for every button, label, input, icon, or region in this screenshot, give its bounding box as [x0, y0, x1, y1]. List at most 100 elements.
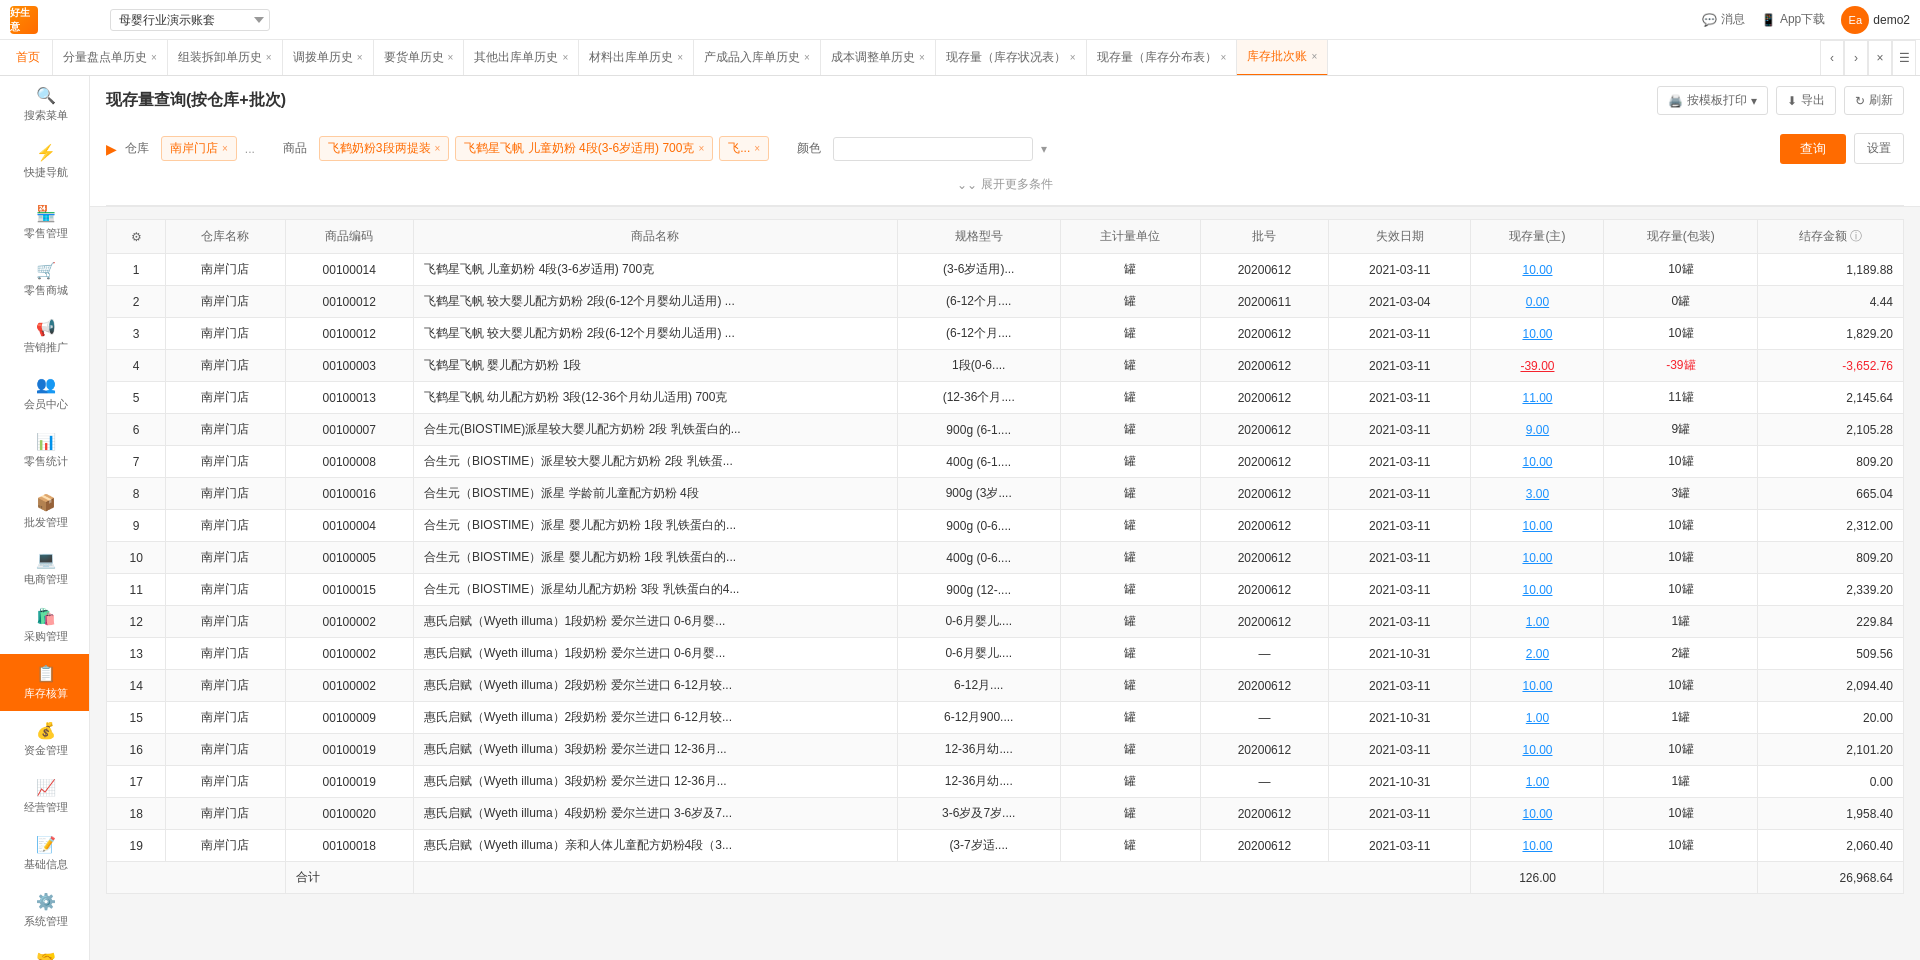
cell-qty-main[interactable]: 10.00: [1471, 670, 1604, 702]
tab-close-icon[interactable]: ×: [151, 52, 157, 63]
cell-amount: 2,094.40: [1758, 670, 1904, 702]
tab-xiancunzhuang[interactable]: 现存量（库存状况表） ×: [936, 40, 1087, 76]
cell-qty-main[interactable]: 10.00: [1471, 734, 1604, 766]
settings-button[interactable]: 设置: [1854, 133, 1904, 164]
sidebar-item-marketing[interactable]: 📢 营销推广: [0, 308, 89, 365]
sidebar-item-system[interactable]: ⚙️ 系统管理: [0, 882, 89, 939]
query-button[interactable]: 查询: [1780, 134, 1846, 164]
col-warehouse[interactable]: 仓库名称: [166, 220, 285, 254]
sidebar-item-inventory[interactable]: 📋 库存核算: [0, 654, 89, 711]
col-batch[interactable]: 批号: [1200, 220, 1329, 254]
tab-zuzhuang[interactable]: 组装拆卸单历史 ×: [168, 40, 283, 76]
tab-xiancunfenbu[interactable]: 现存量（库存分布表） ×: [1087, 40, 1238, 76]
sidebar-item-collab[interactable]: 🤝 企业协同: [0, 939, 89, 960]
cell-expire: 2021-03-11: [1329, 542, 1471, 574]
cell-qty-main[interactable]: 10.00: [1471, 830, 1604, 862]
table-row: 3 南岸门店 00100012 飞鹤星飞帆 较大婴儿配方奶粉 2段(6-12个月…: [107, 318, 1904, 350]
cell-qty-main[interactable]: 1.00: [1471, 702, 1604, 734]
tab-menu-btn[interactable]: ☰: [1892, 40, 1916, 76]
col-qty-main[interactable]: 现存量(主): [1471, 220, 1604, 254]
cell-qty-main[interactable]: 3.00: [1471, 478, 1604, 510]
export-btn[interactable]: ⬇ 导出: [1776, 86, 1836, 115]
tab-home[interactable]: 首页: [4, 40, 53, 76]
cell-name: 惠氏启赋（Wyeth illuma）2段奶粉 爱尔兰进口 6-12月较...: [414, 702, 898, 734]
expand-conditions-btn[interactable]: ⌄⌄ 展开更多条件: [106, 172, 1904, 197]
tab-close-icon[interactable]: ×: [919, 52, 925, 63]
sidebar-item-ecommerce[interactable]: 💻 电商管理: [0, 540, 89, 597]
sidebar-item-retail-store[interactable]: 🛒 零售商城: [0, 251, 89, 308]
cell-qty-main[interactable]: 10.00: [1471, 798, 1604, 830]
sidebar-item-operations[interactable]: 📈 经营管理: [0, 768, 89, 825]
tab-prev-btn[interactable]: ‹: [1820, 40, 1844, 76]
user-profile[interactable]: Ea demo2: [1841, 6, 1910, 34]
cell-qty-main[interactable]: 9.00: [1471, 414, 1604, 446]
cell-amount: 229.84: [1758, 606, 1904, 638]
col-code[interactable]: 商品编码: [285, 220, 414, 254]
cell-qty-main[interactable]: 10.00: [1471, 542, 1604, 574]
cell-qty-pkg: 0罐: [1604, 286, 1758, 318]
cell-qty-main[interactable]: 2.00: [1471, 638, 1604, 670]
col-settings[interactable]: ⚙: [107, 220, 166, 254]
tab-chengbentiao[interactable]: 成本调整单历史 ×: [821, 40, 936, 76]
refresh-btn[interactable]: ↻ 刷新: [1844, 86, 1904, 115]
tab-close-icon[interactable]: ×: [1311, 51, 1317, 62]
cell-qty-main[interactable]: 10.00: [1471, 318, 1604, 350]
sidebar-item-search[interactable]: 🔍 搜索菜单: [0, 76, 89, 133]
tab-diaob[interactable]: 调拨单历史 ×: [283, 40, 374, 76]
tab-close-icon[interactable]: ×: [357, 52, 363, 63]
app-download-btn[interactable]: 📱 App下载: [1761, 11, 1825, 28]
col-name[interactable]: 商品名称: [414, 220, 898, 254]
tab-chengpin[interactable]: 产成品入库单历史 ×: [694, 40, 821, 76]
warehouse-more[interactable]: ...: [245, 142, 255, 156]
tab-close-icon[interactable]: ×: [1221, 52, 1227, 63]
sidebar-item-purchase[interactable]: 🛍️ 采购管理: [0, 597, 89, 654]
col-unit[interactable]: 主计量单位: [1060, 220, 1200, 254]
color-input[interactable]: [833, 137, 1033, 161]
store-selector[interactable]: 母婴行业演示账套: [110, 9, 270, 31]
cell-qty-main[interactable]: 10.00: [1471, 510, 1604, 542]
tab-close-all-btn[interactable]: ×: [1868, 40, 1892, 76]
cell-qty-main[interactable]: 11.00: [1471, 382, 1604, 414]
tab-kucunpici[interactable]: 库存批次账 ×: [1237, 40, 1328, 76]
tab-close-icon[interactable]: ×: [266, 52, 272, 63]
footer-total-qty: 126.00: [1471, 862, 1604, 894]
sidebar-item-members[interactable]: 👥 会员中心: [0, 365, 89, 422]
tab-cailiao[interactable]: 材料出库单历史 ×: [579, 40, 694, 76]
cell-qty-main[interactable]: 1.00: [1471, 606, 1604, 638]
col-amount[interactable]: 结存金额 ⓘ: [1758, 220, 1904, 254]
tab-close-icon[interactable]: ×: [804, 52, 810, 63]
product-tag-2-close[interactable]: ×: [698, 143, 704, 154]
sidebar-item-basic[interactable]: 📝 基础信息: [0, 825, 89, 882]
cell-qty-pkg: 1罐: [1604, 766, 1758, 798]
tab-close-icon[interactable]: ×: [448, 52, 454, 63]
tab-close-icon[interactable]: ×: [1070, 52, 1076, 63]
tab-next-btn[interactable]: ›: [1844, 40, 1868, 76]
product-tag-1-close[interactable]: ×: [435, 143, 441, 154]
cell-amount: 2,101.20: [1758, 734, 1904, 766]
color-dropdown-icon[interactable]: ▾: [1041, 142, 1047, 156]
col-qty-pkg[interactable]: 现存量(包装): [1604, 220, 1758, 254]
cell-qty-main[interactable]: 10.00: [1471, 446, 1604, 478]
product-tag-3-close[interactable]: ×: [754, 143, 760, 154]
sidebar-item-retail-mgmt[interactable]: 🏪 零售管理: [0, 194, 89, 251]
col-spec[interactable]: 规格型号: [897, 220, 1060, 254]
message-btn[interactable]: 💬 消息: [1702, 11, 1745, 28]
cell-qty-main[interactable]: 0.00: [1471, 286, 1604, 318]
tab-yaohuo[interactable]: 要货单历史 ×: [374, 40, 465, 76]
col-expire[interactable]: 失效日期: [1329, 220, 1471, 254]
print-btn[interactable]: 🖨️ 按模板打印 ▾: [1657, 86, 1768, 115]
tab-close-icon[interactable]: ×: [677, 52, 683, 63]
tab-fenliangpandian[interactable]: 分量盘点单历史 ×: [53, 40, 168, 76]
sidebar-item-finance[interactable]: 💰 资金管理: [0, 711, 89, 768]
warehouse-tag-close[interactable]: ×: [222, 143, 228, 154]
expand-arrow[interactable]: ▶: [106, 141, 117, 157]
sidebar-item-quicknav[interactable]: ⚡ 快捷导航: [0, 133, 89, 190]
cell-qty-main[interactable]: 1.00: [1471, 766, 1604, 798]
cell-qty-main[interactable]: -39.00: [1471, 350, 1604, 382]
cell-qty-main[interactable]: 10.00: [1471, 574, 1604, 606]
sidebar-item-wholesale[interactable]: 📦 批发管理: [0, 483, 89, 540]
sidebar-item-retail-stats[interactable]: 📊 零售统计: [0, 422, 89, 479]
tab-qtchuku[interactable]: 其他出库单历史 ×: [464, 40, 579, 76]
tab-close-icon[interactable]: ×: [562, 52, 568, 63]
cell-qty-main[interactable]: 10.00: [1471, 254, 1604, 286]
